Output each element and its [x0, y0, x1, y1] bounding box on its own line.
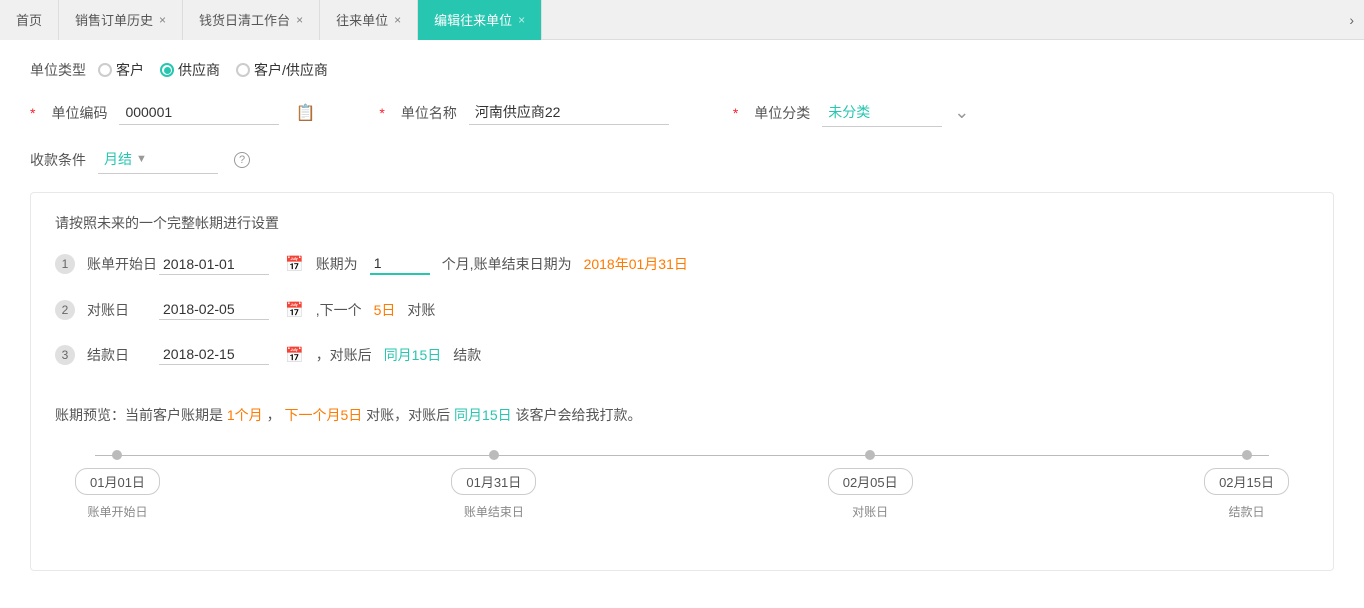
- payment-terms-arrow: ▼: [136, 153, 147, 165]
- unit-code-input[interactable]: [119, 100, 279, 125]
- node-label-1: 01月01日: [75, 468, 160, 495]
- radio-customer[interactable]: 客户: [98, 60, 144, 80]
- preview-text: 账期预览：当前客户账期是 1个月 ， 下一个月5日 对账，对账后 同月15日 该…: [55, 405, 1309, 425]
- star-category: *: [733, 105, 738, 121]
- setting-row-3: 3 结款日 📅 ，对账后 同月15日 结款: [55, 344, 1309, 365]
- unit-name-input[interactable]: [469, 100, 669, 125]
- node-desc-1: 账单开始日: [87, 503, 147, 520]
- node-dot-1: [112, 450, 122, 460]
- unit-fields-row: * 单位编码 📋 * 单位名称 * 单位分类 未分类 ⌄: [30, 98, 1334, 127]
- star-name: *: [379, 105, 384, 121]
- tab-home[interactable]: 首页: [0, 0, 59, 40]
- period-label: 账期为: [316, 254, 358, 274]
- row-num-3: 3: [55, 345, 75, 365]
- setting-row-2: 2 对账日 📅 ,下一个 5日 对账: [55, 299, 1309, 320]
- setting-row-1: 1 账单开始日 📅 账期为 个月,账单结束日期为 2018年01月31日: [55, 253, 1309, 275]
- section-title: 请按照未来的一个完整帐期进行设置: [55, 213, 1309, 233]
- unit-type-radio-group: 客户 供应商 客户/供应商: [98, 60, 328, 80]
- calendar-icon-1[interactable]: 📅: [285, 255, 304, 273]
- close-tab-partner[interactable]: ×: [394, 13, 401, 27]
- unit-category-dropdown[interactable]: 未分类: [822, 98, 942, 127]
- row-num-1: 1: [55, 254, 75, 274]
- preview-label: 账期预览：当前客户账期是: [55, 407, 223, 423]
- copy-icon[interactable]: 📋: [295, 103, 315, 123]
- preview-part2: 下一个月5日: [284, 407, 362, 423]
- preview-part5: 该客户会给我打款。: [516, 407, 642, 423]
- radio-circle-customer-supplier: [236, 63, 250, 77]
- row2-suffix: 对账: [407, 300, 435, 320]
- timeline-node-4: 02月15日 结款日: [1204, 445, 1289, 520]
- radio-supplier[interactable]: 供应商: [160, 60, 220, 80]
- payment-terms-row: 收款条件 月结 ▼ ?: [30, 145, 1334, 174]
- close-tab-edit-partner[interactable]: ×: [518, 13, 525, 27]
- row2-prefix: ,下一个: [316, 300, 362, 320]
- period-unit: 个月,账单结束日期为: [442, 254, 572, 274]
- date-input-1[interactable]: [159, 254, 269, 275]
- unit-code-label: 单位编码: [51, 103, 107, 123]
- payment-terms-dropdown[interactable]: 月结 ▼: [98, 145, 218, 174]
- preview-part1: 1个月: [227, 407, 263, 423]
- settings-section: 请按照未来的一个完整帐期进行设置 1 账单开始日 📅 账期为 个月,账单结束日期…: [30, 192, 1334, 571]
- node-dot-2: [489, 450, 499, 460]
- node-dot-3: [865, 450, 875, 460]
- tab-arrow[interactable]: ›: [1339, 0, 1364, 40]
- node-label-2: 01月31日: [451, 468, 536, 495]
- calendar-icon-3[interactable]: 📅: [285, 346, 304, 364]
- date-input-3[interactable]: [159, 344, 269, 365]
- preview-part3: 对账，对账后: [366, 407, 450, 423]
- period-end-date: 2018年01月31日: [584, 254, 688, 274]
- unit-type-label: 单位类型: [30, 60, 86, 80]
- calendar-icon-2[interactable]: 📅: [285, 301, 304, 319]
- row-num-2: 2: [55, 300, 75, 320]
- tab-edit-partner[interactable]: 编辑往来单位 ×: [418, 0, 542, 40]
- field-label-3: 结款日: [87, 345, 147, 365]
- main-content: 单位类型 客户 供应商 客户/供应商 * 单位编码 📋 * 单位名称 *: [0, 40, 1364, 608]
- node-desc-4: 结款日: [1229, 503, 1265, 520]
- unit-category-label: 单位分类: [754, 103, 810, 123]
- tab-partner-unit[interactable]: 往来单位 ×: [320, 0, 418, 40]
- tab-bar: 首页 销售订单历史 × 钱货日清工作台 × 往来单位 × 编辑往来单位 × ›: [0, 0, 1364, 40]
- node-label-4: 02月15日: [1204, 468, 1289, 495]
- timeline-node-3: 02月05日 对账日: [828, 445, 913, 520]
- row3-prefix: ，对账后: [316, 345, 372, 365]
- tab-cash-work[interactable]: 钱货日清工作台 ×: [183, 0, 320, 40]
- radio-label-customer-supplier: 客户/供应商: [254, 60, 328, 80]
- help-icon[interactable]: ?: [234, 152, 250, 168]
- radio-label-supplier: 供应商: [178, 60, 220, 80]
- node-label-3: 02月05日: [828, 468, 913, 495]
- row3-highlight: 同月15日: [384, 345, 442, 365]
- date-input-2[interactable]: [159, 299, 269, 320]
- field-label-2: 对账日: [87, 300, 147, 320]
- timeline-nodes: 01月01日 账单开始日 01月31日 账单结束日: [75, 445, 1289, 520]
- preview-part4: 同月15日: [454, 407, 512, 423]
- row2-highlight: 5日: [374, 300, 396, 320]
- radio-label-customer: 客户: [116, 60, 144, 80]
- node-desc-3: 对账日: [852, 503, 888, 520]
- field-label-1: 账单开始日: [87, 254, 147, 274]
- star-code: *: [30, 105, 35, 121]
- unit-name-label: 单位名称: [401, 103, 457, 123]
- payment-terms-label: 收款条件: [30, 150, 86, 170]
- radio-customer-supplier[interactable]: 客户/供应商: [236, 60, 328, 80]
- close-tab-cash[interactable]: ×: [296, 13, 303, 27]
- category-dropdown-arrow[interactable]: ⌄: [954, 102, 969, 123]
- preview-comma1: ，: [267, 407, 281, 423]
- node-dot-4: [1242, 450, 1252, 460]
- payment-terms-value: 月结: [104, 149, 132, 169]
- node-desc-2: 账单结束日: [464, 503, 524, 520]
- tab-sales-history[interactable]: 销售订单历史 ×: [59, 0, 183, 40]
- timeline-container: 01月01日 账单开始日 01月31日 账单结束日: [55, 445, 1309, 550]
- timeline-node-1: 01月01日 账单开始日: [75, 445, 160, 520]
- period-input[interactable]: [370, 253, 430, 275]
- timeline-node-2: 01月31日 账单结束日: [451, 445, 536, 520]
- unit-type-row: 单位类型 客户 供应商 客户/供应商: [30, 60, 1334, 80]
- radio-circle-supplier: [160, 63, 174, 77]
- close-tab-sales[interactable]: ×: [159, 13, 166, 27]
- unit-category-value: 未分类: [828, 102, 870, 122]
- preview-section: 账期预览：当前客户账期是 1个月 ， 下一个月5日 对账，对账后 同月15日 该…: [55, 389, 1309, 550]
- radio-circle-customer: [98, 63, 112, 77]
- row3-suffix: 结款: [453, 345, 481, 365]
